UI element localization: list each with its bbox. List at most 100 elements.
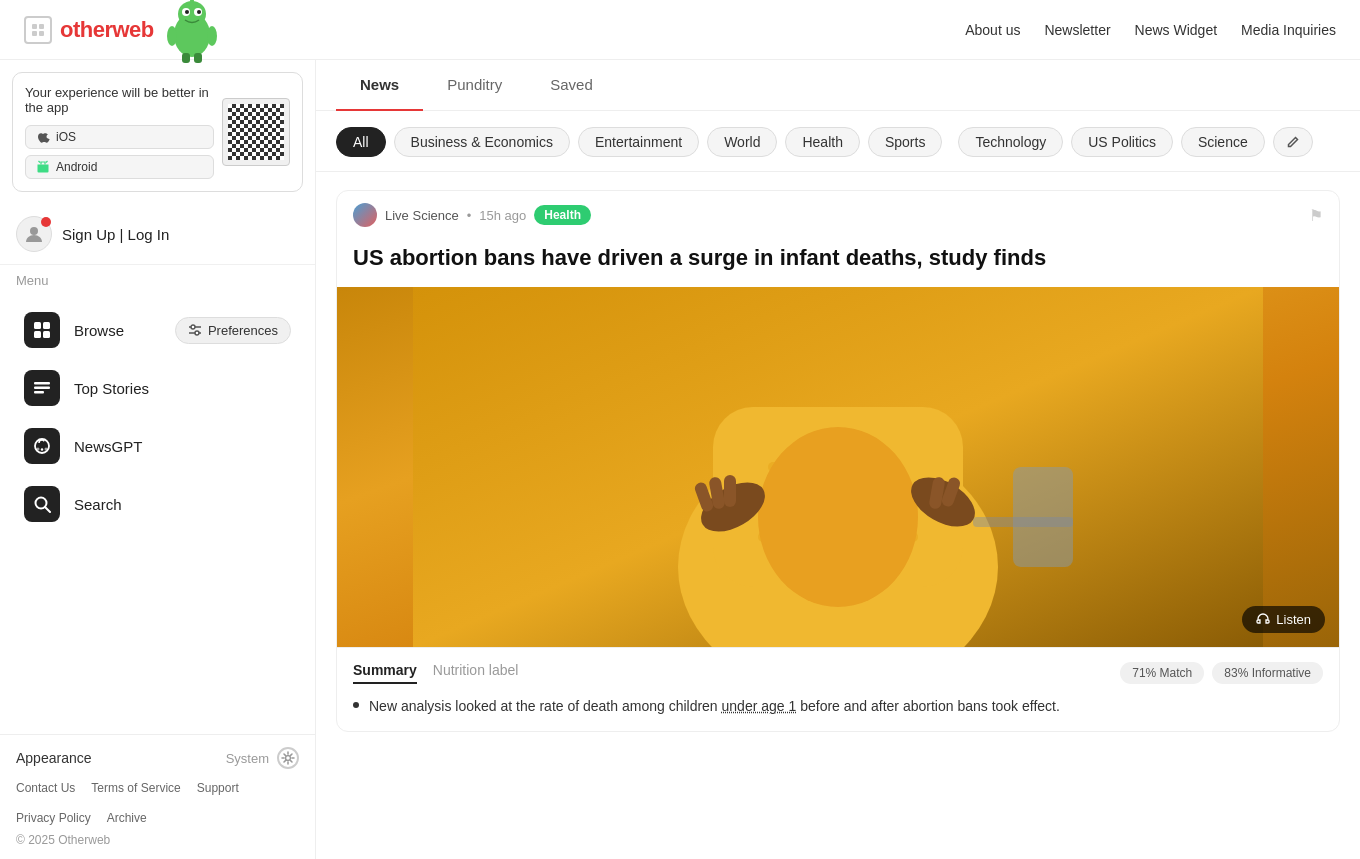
edit-icon	[1286, 135, 1300, 149]
sidebar-item-browse[interactable]: Browse Preferences	[8, 302, 307, 358]
archive-link[interactable]: Archive	[107, 811, 147, 825]
qr-pattern	[228, 104, 284, 160]
svg-point-34	[286, 756, 291, 761]
tab-saved[interactable]: Saved	[526, 60, 617, 111]
contact-us-link[interactable]: Contact Us	[16, 781, 75, 795]
svg-rect-15	[194, 53, 202, 63]
svg-rect-55	[973, 517, 1073, 527]
article-image-wrap: Listen	[337, 287, 1339, 647]
preferences-button[interactable]: Preferences	[175, 317, 291, 344]
android-icon	[36, 160, 50, 174]
svg-rect-51	[724, 475, 736, 507]
footer-links: Contact Us Terms of Service Support Priv…	[16, 781, 299, 825]
informative-badge: 83% Informative	[1212, 662, 1323, 684]
dot-separator: •	[467, 208, 472, 223]
tab-news[interactable]: News	[336, 60, 423, 111]
android-button[interactable]: Android	[25, 155, 214, 179]
system-toggle[interactable]: System	[226, 747, 299, 769]
underlined-link[interactable]: under age 1	[722, 698, 797, 714]
logo-text: otherweb	[60, 17, 154, 43]
cat-science[interactable]: Science	[1181, 127, 1265, 157]
qr-code	[222, 98, 290, 166]
newsgpt-icon	[24, 428, 60, 464]
svg-point-30	[37, 448, 40, 451]
summary-tabs: Summary Nutrition label 71% Match 83% In…	[353, 662, 1323, 684]
nav-media-inquiries[interactable]: Media Inquiries	[1241, 22, 1336, 38]
svg-rect-25	[34, 382, 50, 385]
sidebar-bottom: Appearance System Contact Us Terms of Se…	[0, 734, 315, 859]
tab-punditry[interactable]: Punditry	[423, 60, 526, 111]
sidebar-menu: Browse Preferences Top Stories	[0, 296, 315, 538]
ios-button[interactable]: iOS	[25, 125, 214, 149]
cat-world[interactable]: World	[707, 127, 777, 157]
logo-square-icon	[24, 16, 52, 44]
svg-point-31	[45, 448, 48, 451]
content-area: News Punditry Saved All Business & Econo…	[316, 60, 1360, 859]
time-ago: 15h ago	[479, 208, 526, 223]
cat-all[interactable]: All	[336, 127, 386, 157]
browse-label: Browse	[74, 322, 124, 339]
cat-entertainment[interactable]: Entertainment	[578, 127, 699, 157]
main-layout: Your experience will be better in the ap…	[0, 60, 1360, 859]
sign-in-label[interactable]: Sign Up | Log In	[62, 226, 169, 243]
bullet-text: New analysis looked at the rate of death…	[369, 696, 1060, 717]
svg-rect-19	[34, 331, 41, 338]
headphone-icon	[1256, 612, 1270, 626]
theme-toggle-icon[interactable]	[277, 747, 299, 769]
svg-rect-1	[39, 24, 44, 29]
match-badge: 71% Match	[1120, 662, 1204, 684]
top-stories-label: Top Stories	[74, 380, 149, 397]
svg-point-23	[191, 325, 195, 329]
svg-point-46	[758, 427, 918, 607]
flag-icon[interactable]: ⚑	[1309, 206, 1323, 225]
search-icon	[24, 486, 60, 522]
sidebar-item-newsgpt[interactable]: NewsGPT	[8, 418, 307, 474]
cat-technology[interactable]: Technology	[958, 127, 1063, 157]
cat-us-politics[interactable]: US Politics	[1071, 127, 1173, 157]
listen-button[interactable]: Listen	[1242, 606, 1325, 633]
nav-about-us[interactable]: About us	[965, 22, 1020, 38]
cat-edit-button[interactable]	[1273, 127, 1313, 157]
nav-news-widget[interactable]: News Widget	[1135, 22, 1217, 38]
apple-icon	[36, 130, 50, 144]
browse-icon	[24, 312, 60, 348]
top-nav: About us Newsletter News Widget Media In…	[965, 22, 1336, 38]
cat-sports[interactable]: Sports	[868, 127, 942, 157]
article-headline[interactable]: US abortion bans have driven a surge in …	[337, 239, 1339, 287]
article-image	[337, 287, 1339, 647]
sidebar: Your experience will be better in the ap…	[0, 60, 316, 859]
top-stories-icon	[24, 370, 60, 406]
copyright: © 2025 Otherweb	[16, 833, 299, 847]
terms-link[interactable]: Terms of Service	[91, 781, 180, 795]
svg-point-13	[207, 26, 217, 46]
tab-summary[interactable]: Summary	[353, 662, 417, 684]
cat-business[interactable]: Business & Economics	[394, 127, 570, 157]
summary-bullet: New analysis looked at the rate of death…	[353, 696, 1323, 717]
newsgpt-label: NewsGPT	[74, 438, 142, 455]
article-image-svg	[337, 287, 1339, 647]
robot-mascot	[162, 0, 222, 60]
svg-point-24	[195, 331, 199, 335]
article-summary: Summary Nutrition label 71% Match 83% In…	[337, 647, 1339, 731]
support-link[interactable]: Support	[197, 781, 239, 795]
tab-nutrition-label[interactable]: Nutrition label	[433, 662, 519, 684]
svg-point-16	[30, 227, 38, 235]
tab-bar: News Punditry Saved	[316, 60, 1360, 111]
top-header: otherweb	[0, 0, 1360, 60]
category-badge: Health	[534, 205, 591, 225]
svg-rect-18	[43, 322, 50, 329]
privacy-link[interactable]: Privacy Policy	[16, 811, 91, 825]
svg-rect-27	[34, 391, 44, 394]
svg-point-8	[185, 10, 189, 14]
svg-rect-0	[32, 24, 37, 29]
sidebar-item-search[interactable]: Search	[8, 476, 307, 532]
bullet-dot	[353, 702, 359, 708]
sign-in-row[interactable]: Sign Up | Log In	[0, 204, 315, 265]
svg-line-33	[45, 507, 50, 512]
svg-point-12	[167, 26, 177, 46]
sidebar-item-top-stories[interactable]: Top Stories	[8, 360, 307, 416]
cat-health[interactable]: Health	[785, 127, 859, 157]
prefs-icon	[188, 323, 202, 337]
article-card: Live Science • 15h ago Health ⚑ US abort…	[336, 190, 1340, 732]
nav-newsletter[interactable]: Newsletter	[1044, 22, 1110, 38]
